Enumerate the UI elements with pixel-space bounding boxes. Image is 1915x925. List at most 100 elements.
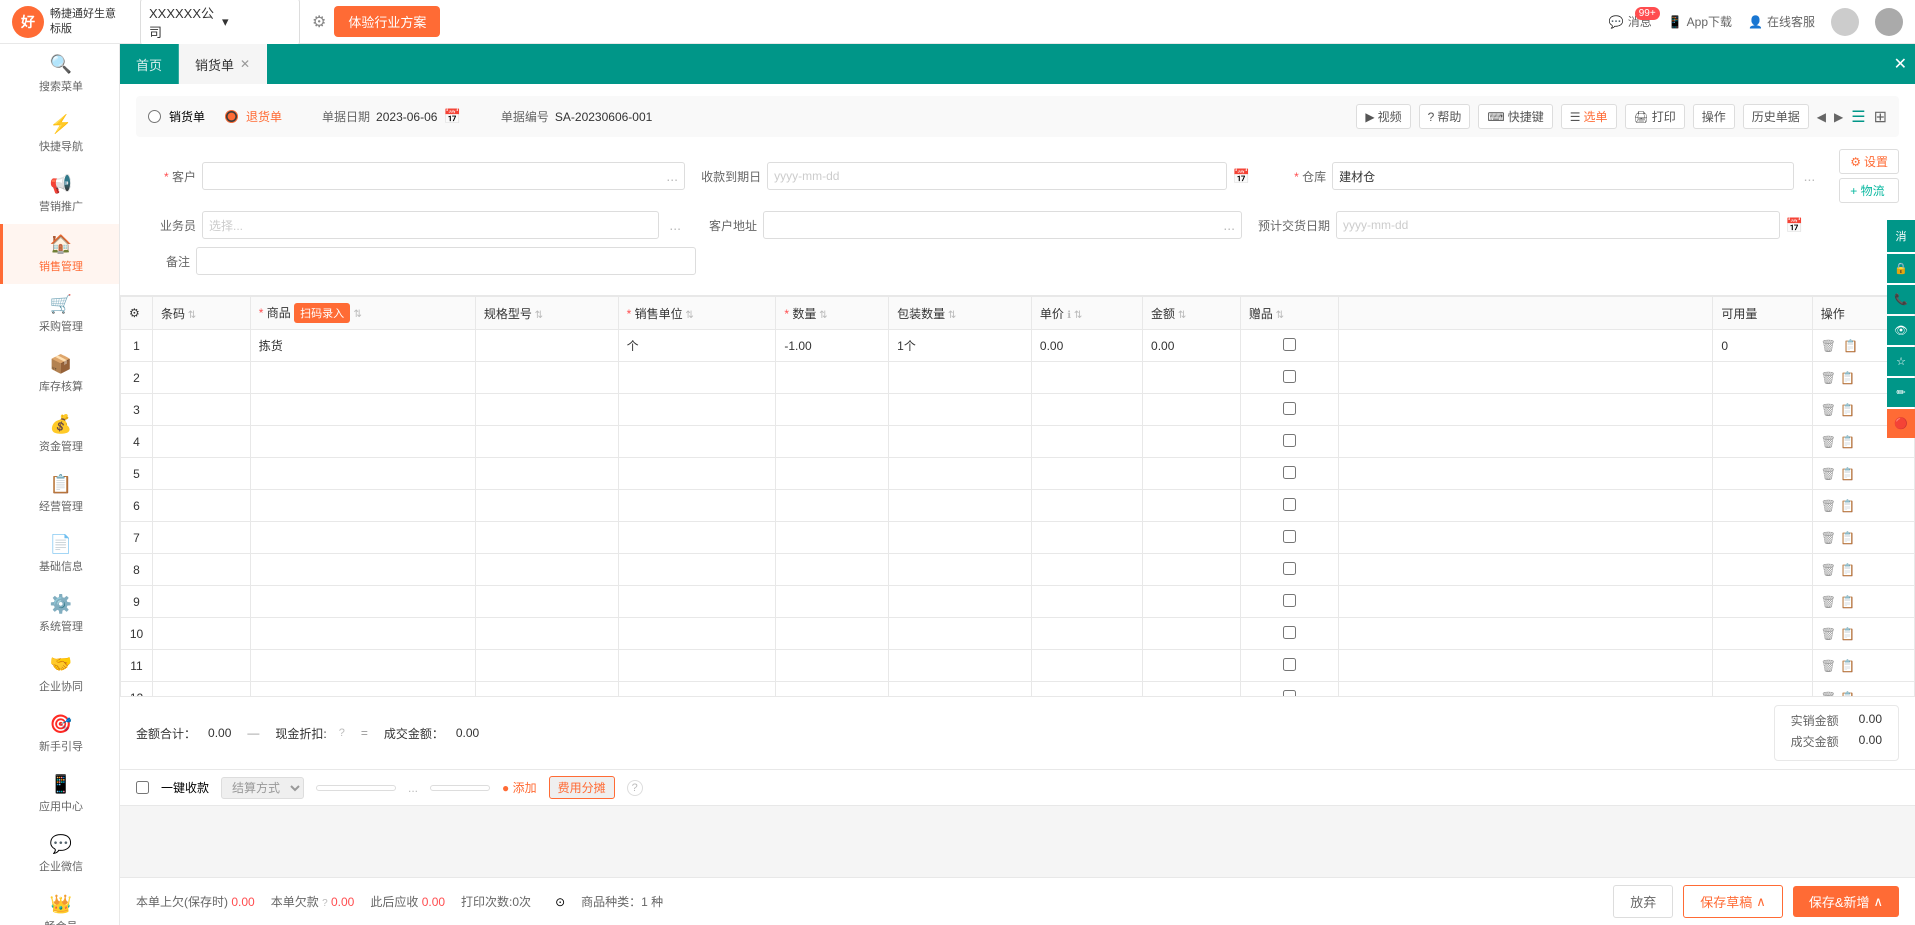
sidebar-item-basic[interactable]: 📄 基础信息: [0, 524, 119, 584]
copy-row-icon[interactable]: 📋: [1843, 339, 1858, 353]
operation-button[interactable]: 操作: [1693, 104, 1735, 129]
customer-address-input[interactable]: [763, 211, 1242, 239]
delete-row-icon[interactable]: 🗑: [1821, 467, 1836, 481]
copy-row-icon[interactable]: 📋: [1840, 659, 1855, 673]
next-record-icon[interactable]: ▶: [1834, 110, 1843, 124]
barcode-1[interactable]: [153, 330, 251, 362]
copy-row-icon[interactable]: 📋: [1840, 371, 1855, 385]
sidebar-item-apps[interactable]: 📱 应用中心: [0, 764, 119, 824]
payment-method-select[interactable]: 结算方式: [221, 777, 304, 799]
expected-delivery-calendar-icon[interactable]: 📅: [1786, 217, 1803, 234]
filter-button[interactable]: ☰ 选单: [1561, 104, 1617, 129]
sidebar-item-search[interactable]: 🔍 搜索菜单: [0, 44, 119, 104]
float-review-btn[interactable]: 👁: [1887, 316, 1915, 345]
copy-row-icon[interactable]: 📋: [1840, 691, 1855, 697]
product-1[interactable]: 拣货: [250, 330, 475, 362]
copy-row-icon[interactable]: 📋: [1840, 499, 1855, 513]
float-phone-btn[interactable]: 📞: [1887, 285, 1915, 314]
note-1[interactable]: [1338, 330, 1713, 362]
spec-1[interactable]: [475, 330, 618, 362]
float-edit-btn[interactable]: ✏: [1887, 378, 1915, 407]
delete-row-icon[interactable]: 🗑: [1821, 691, 1836, 697]
expense-split-button[interactable]: 费用分摊: [549, 776, 615, 799]
scan-barcode-button[interactable]: 扫码录入: [294, 303, 350, 323]
delete-row-icon[interactable]: 🗑: [1821, 563, 1836, 577]
radio-sales-input[interactable]: [148, 110, 161, 123]
list-view-icon[interactable]: ☰: [1851, 107, 1865, 127]
copy-row-icon[interactable]: 📋: [1840, 563, 1855, 577]
delete-row-icon[interactable]: 🗑: [1821, 339, 1836, 353]
payment-help-icon[interactable]: ?: [627, 780, 643, 796]
sidebar-item-marketing[interactable]: 📢 营销推广: [0, 164, 119, 224]
tab-home[interactable]: 首页: [120, 44, 179, 84]
sidebar-item-member[interactable]: 👑 畅会员: [0, 884, 119, 925]
sidebar-item-capital[interactable]: 💰 资金管理: [0, 404, 119, 464]
radio-return[interactable]: 退货单: [225, 108, 282, 125]
one-click-payment-checkbox[interactable]: [136, 781, 149, 794]
add-payment-button[interactable]: ● 添加: [502, 779, 537, 796]
sidebar-item-inventory[interactable]: 📦 库存核算: [0, 344, 119, 404]
warehouse-input[interactable]: 建材仓: [1332, 162, 1793, 190]
float-message-btn[interactable]: 消: [1887, 220, 1915, 252]
prev-record-icon[interactable]: ◀: [1817, 110, 1826, 124]
save-new-button[interactable]: 保存&新增 ∧: [1793, 886, 1899, 917]
copy-row-icon[interactable]: 📋: [1840, 435, 1855, 449]
copy-row-icon[interactable]: 📋: [1840, 595, 1855, 609]
warehouse-dots[interactable]: ...: [1804, 168, 1816, 184]
user-avatar[interactable]: [1831, 8, 1859, 36]
float-orange-btn[interactable]: 🔴: [1887, 409, 1915, 438]
user-avatar2[interactable]: [1875, 8, 1903, 36]
delete-row-icon[interactable]: 🗑: [1821, 371, 1836, 385]
delete-row-icon[interactable]: 🗑: [1821, 595, 1836, 609]
tab-sales-order[interactable]: 销货单 ✕: [179, 44, 267, 84]
tab-close-icon[interactable]: ✕: [240, 57, 250, 71]
remarks-input[interactable]: [196, 247, 696, 275]
sidebar-item-wechat[interactable]: 💬 企业微信: [0, 824, 119, 884]
float-lock-btn[interactable]: 🔒: [1887, 254, 1915, 283]
discard-button[interactable]: 放弃: [1613, 885, 1673, 918]
grid-view-icon[interactable]: ⊞: [1874, 107, 1887, 127]
company-selector[interactable]: XXXXXX公司 ▾: [140, 0, 300, 46]
pkg-qty-1[interactable]: 1个: [889, 330, 1032, 362]
product-type-refresh-icon[interactable]: ⊙: [555, 895, 565, 909]
customer-input[interactable]: [202, 162, 685, 190]
amount-1[interactable]: 0.00: [1143, 330, 1241, 362]
delete-row-icon[interactable]: 🗑: [1821, 499, 1836, 513]
qty-1[interactable]: -1.00: [776, 330, 889, 362]
delete-row-icon[interactable]: 🗑: [1821, 659, 1836, 673]
payment-dots[interactable]: ...: [408, 781, 418, 795]
salesperson-dots[interactable]: ...: [669, 217, 681, 233]
payment-due-input[interactable]: yyyy-mm-dd: [767, 162, 1227, 190]
video-button[interactable]: ▶ 视频: [1356, 104, 1410, 129]
copy-row-icon[interactable]: 📋: [1840, 627, 1855, 641]
message-button[interactable]: 💬 消息 99+: [1609, 13, 1652, 30]
online-service-button[interactable]: 👤 在线客服: [1748, 13, 1815, 30]
total-due-help[interactable]: ?: [322, 898, 328, 909]
unit-1[interactable]: 个: [618, 330, 776, 362]
payment-amount-field[interactable]: [430, 785, 490, 791]
shortcut-button[interactable]: ⌨ 快捷键: [1478, 104, 1552, 129]
delete-row-icon[interactable]: 🗑: [1821, 627, 1836, 641]
sidebar-item-enterprise[interactable]: 🤝 企业协同: [0, 644, 119, 704]
date-calendar-icon[interactable]: 📅: [443, 108, 460, 125]
sidebar-item-quick-nav[interactable]: ⚡ 快捷导航: [0, 104, 119, 164]
help-button[interactable]: ? 帮助: [1419, 104, 1471, 129]
sidebar-item-guide[interactable]: 🎯 新手引导: [0, 704, 119, 764]
tab-close-window-icon[interactable]: ✕: [1894, 54, 1907, 74]
delete-row-icon[interactable]: 🗑: [1821, 531, 1836, 545]
sidebar-item-operations[interactable]: 📋 经营管理: [0, 464, 119, 524]
copy-row-icon[interactable]: 📋: [1840, 403, 1855, 417]
expected-delivery-input[interactable]: yyyy-mm-dd: [1336, 211, 1780, 239]
gift-1[interactable]: [1240, 330, 1338, 362]
app-download-button[interactable]: 📱 App下载: [1668, 13, 1732, 30]
radio-sales[interactable]: 销货单: [148, 108, 205, 125]
settings-button[interactable]: ⚙ 设置: [1839, 149, 1899, 174]
payment-account-field[interactable]: [316, 785, 396, 791]
settings-icon[interactable]: ⚙: [312, 12, 326, 32]
salesperson-input[interactable]: 选择...: [202, 211, 659, 239]
discount-help-icon[interactable]: ?: [339, 727, 345, 739]
print-button[interactable]: 🖨 打印: [1625, 104, 1685, 129]
payment-due-calendar-icon[interactable]: 📅: [1233, 168, 1250, 185]
copy-row-icon[interactable]: 📋: [1840, 467, 1855, 481]
logistics-button[interactable]: + 物流: [1839, 178, 1899, 203]
